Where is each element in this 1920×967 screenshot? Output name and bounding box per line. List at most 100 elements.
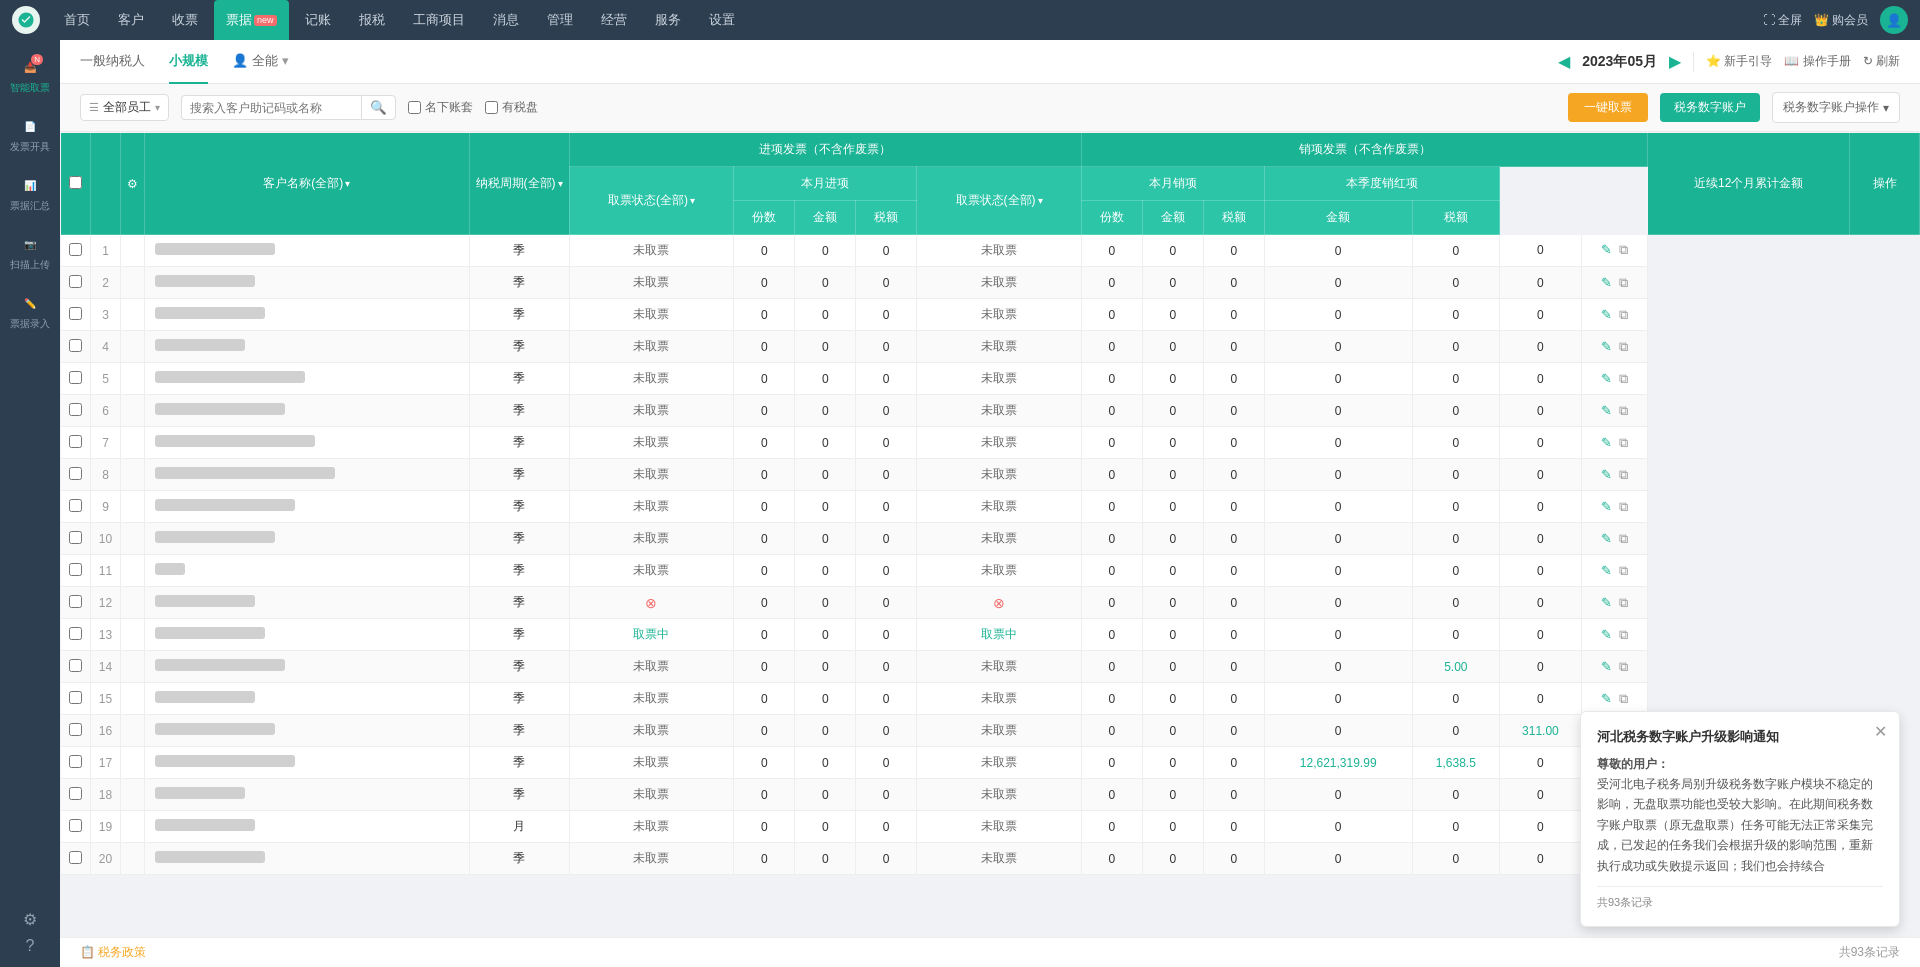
sidebar-item-invoice-entry[interactable]: ✏️ 票据录入: [0, 284, 60, 339]
fullscreen-btn[interactable]: ⛶ 全屏: [1763, 12, 1802, 29]
tax-policy-link[interactable]: 📋 税务政策: [80, 944, 146, 961]
sidebar-bottom-icon1[interactable]: ⚙: [23, 910, 37, 929]
employee-select[interactable]: ☰ 全部员工 ▾: [80, 94, 169, 121]
row-checkbox[interactable]: [69, 339, 82, 352]
sidebar-item-issue-invoice[interactable]: 📄 发票开具: [0, 107, 60, 162]
one-click-ticket-btn[interactable]: 一键取票: [1568, 93, 1648, 122]
row-customer-name[interactable]: [145, 683, 470, 715]
tax-period-filter-icon[interactable]: ▾: [558, 178, 563, 189]
nav-item-settings[interactable]: 设置: [697, 0, 747, 40]
copy-icon[interactable]: ⧉: [1619, 403, 1628, 418]
row-checkbox[interactable]: [69, 467, 82, 480]
user-avatar[interactable]: 👤: [1880, 6, 1908, 34]
row-customer-name[interactable]: [145, 715, 470, 747]
copy-icon[interactable]: ⧉: [1619, 499, 1628, 514]
date-next-btn[interactable]: ▶: [1669, 52, 1681, 71]
row-customer-name[interactable]: [145, 331, 470, 363]
sidebar-item-smart-ticket[interactable]: 📥 N 智能取票: [0, 48, 60, 103]
red-amount-link[interactable]: 12,621,319.99: [1300, 756, 1377, 770]
row-customer-name[interactable]: [145, 395, 470, 427]
row-customer-name[interactable]: [145, 235, 470, 267]
edit-icon[interactable]: ✎: [1601, 595, 1612, 610]
copy-icon[interactable]: ⧉: [1619, 435, 1628, 450]
row-checkbox[interactable]: [69, 787, 82, 800]
copy-icon[interactable]: ⧉: [1619, 467, 1628, 482]
search-input[interactable]: [181, 95, 361, 120]
nav-item-manage[interactable]: 管理: [535, 0, 585, 40]
row-checkbox[interactable]: [69, 371, 82, 384]
copy-icon[interactable]: ⧉: [1619, 531, 1628, 546]
row-customer-name[interactable]: [145, 651, 470, 683]
red-tax-link[interactable]: 1,638.5: [1436, 756, 1476, 770]
copy-icon[interactable]: ⧉: [1619, 659, 1628, 674]
rolling-link[interactable]: 311.00: [1522, 724, 1559, 738]
copy-icon[interactable]: ⧉: [1619, 242, 1628, 257]
search-button[interactable]: 🔍: [361, 95, 396, 120]
row-customer-name[interactable]: [145, 779, 470, 811]
copy-icon[interactable]: ⧉: [1619, 307, 1628, 322]
new-guide-link[interactable]: ⭐ 新手引导: [1706, 53, 1772, 70]
edit-icon[interactable]: ✎: [1601, 307, 1612, 322]
has-tax-checkbox[interactable]: 有税盘: [485, 99, 538, 116]
row-checkbox[interactable]: [69, 275, 82, 288]
row-customer-name[interactable]: [145, 299, 470, 331]
nav-item-service[interactable]: 服务: [643, 0, 693, 40]
date-prev-btn[interactable]: ◀: [1558, 52, 1570, 71]
edit-icon[interactable]: ✎: [1601, 467, 1612, 482]
row-checkbox[interactable]: [69, 563, 82, 576]
nav-item-commerce[interactable]: 工商项目: [401, 0, 477, 40]
tax-digital-btn[interactable]: 税务数字账户: [1660, 93, 1760, 122]
row-checkbox[interactable]: [69, 531, 82, 544]
nav-item-receive[interactable]: 收票: [160, 0, 210, 40]
copy-icon[interactable]: ⧉: [1619, 371, 1628, 386]
edit-icon[interactable]: ✎: [1601, 531, 1612, 546]
nav-item-bookkeeping[interactable]: 记账: [293, 0, 343, 40]
row-customer-name[interactable]: [145, 811, 470, 843]
row-customer-name[interactable]: [145, 427, 470, 459]
customer-filter-icon[interactable]: ▾: [345, 178, 350, 189]
manual-link[interactable]: 📖 操作手册: [1784, 53, 1850, 70]
edit-icon[interactable]: ✎: [1601, 403, 1612, 418]
row-checkbox[interactable]: [69, 307, 82, 320]
copy-icon[interactable]: ⧉: [1619, 691, 1628, 706]
row-checkbox[interactable]: [69, 659, 82, 672]
row-customer-name[interactable]: [145, 843, 470, 875]
copy-icon[interactable]: ⧉: [1619, 275, 1628, 290]
row-customer-name[interactable]: [145, 555, 470, 587]
row-customer-name[interactable]: [145, 619, 470, 651]
row-customer-name[interactable]: [145, 491, 470, 523]
edit-icon[interactable]: ✎: [1601, 659, 1612, 674]
edit-icon[interactable]: ✎: [1601, 627, 1612, 642]
edit-icon[interactable]: ✎: [1601, 691, 1612, 706]
row-customer-name[interactable]: [145, 459, 470, 491]
nav-item-operation[interactable]: 经营: [589, 0, 639, 40]
subnav-general[interactable]: 一般纳税人: [80, 40, 145, 84]
row-checkbox[interactable]: [69, 627, 82, 640]
sidebar-bottom-icon2[interactable]: ?: [26, 937, 35, 955]
edit-icon[interactable]: ✎: [1601, 339, 1612, 354]
notif-close-btn[interactable]: ✕: [1874, 722, 1887, 741]
copy-icon[interactable]: ⧉: [1619, 595, 1628, 610]
member-btn[interactable]: 👑 购会员: [1814, 12, 1868, 29]
nav-item-home[interactable]: 首页: [52, 0, 102, 40]
row-customer-name[interactable]: [145, 363, 470, 395]
edit-icon[interactable]: ✎: [1601, 371, 1612, 386]
row-customer-name[interactable]: [145, 747, 470, 779]
row-checkbox[interactable]: [69, 595, 82, 608]
nav-item-customer[interactable]: 客户: [106, 0, 156, 40]
nav-item-message[interactable]: 消息: [481, 0, 531, 40]
copy-icon[interactable]: ⧉: [1619, 563, 1628, 578]
th-settings[interactable]: ⚙: [121, 133, 145, 235]
copy-icon[interactable]: ⧉: [1619, 627, 1628, 642]
refresh-link[interactable]: ↻ 刷新: [1863, 53, 1900, 70]
row-customer-name[interactable]: [145, 523, 470, 555]
nav-item-invoice[interactable]: 票据 new: [214, 0, 289, 40]
subnav-all[interactable]: 👤 全能 ▾: [232, 40, 289, 84]
edit-icon[interactable]: ✎: [1601, 499, 1612, 514]
row-checkbox[interactable]: [69, 723, 82, 736]
tax-digital-op-btn[interactable]: 税务数字账户操作 ▾: [1772, 92, 1900, 123]
red-tax-link[interactable]: 5.00: [1444, 660, 1467, 674]
under-ledger-checkbox[interactable]: 名下账套: [408, 99, 473, 116]
subnav-small-scale[interactable]: 小规模: [169, 40, 208, 84]
copy-icon[interactable]: ⧉: [1619, 339, 1628, 354]
